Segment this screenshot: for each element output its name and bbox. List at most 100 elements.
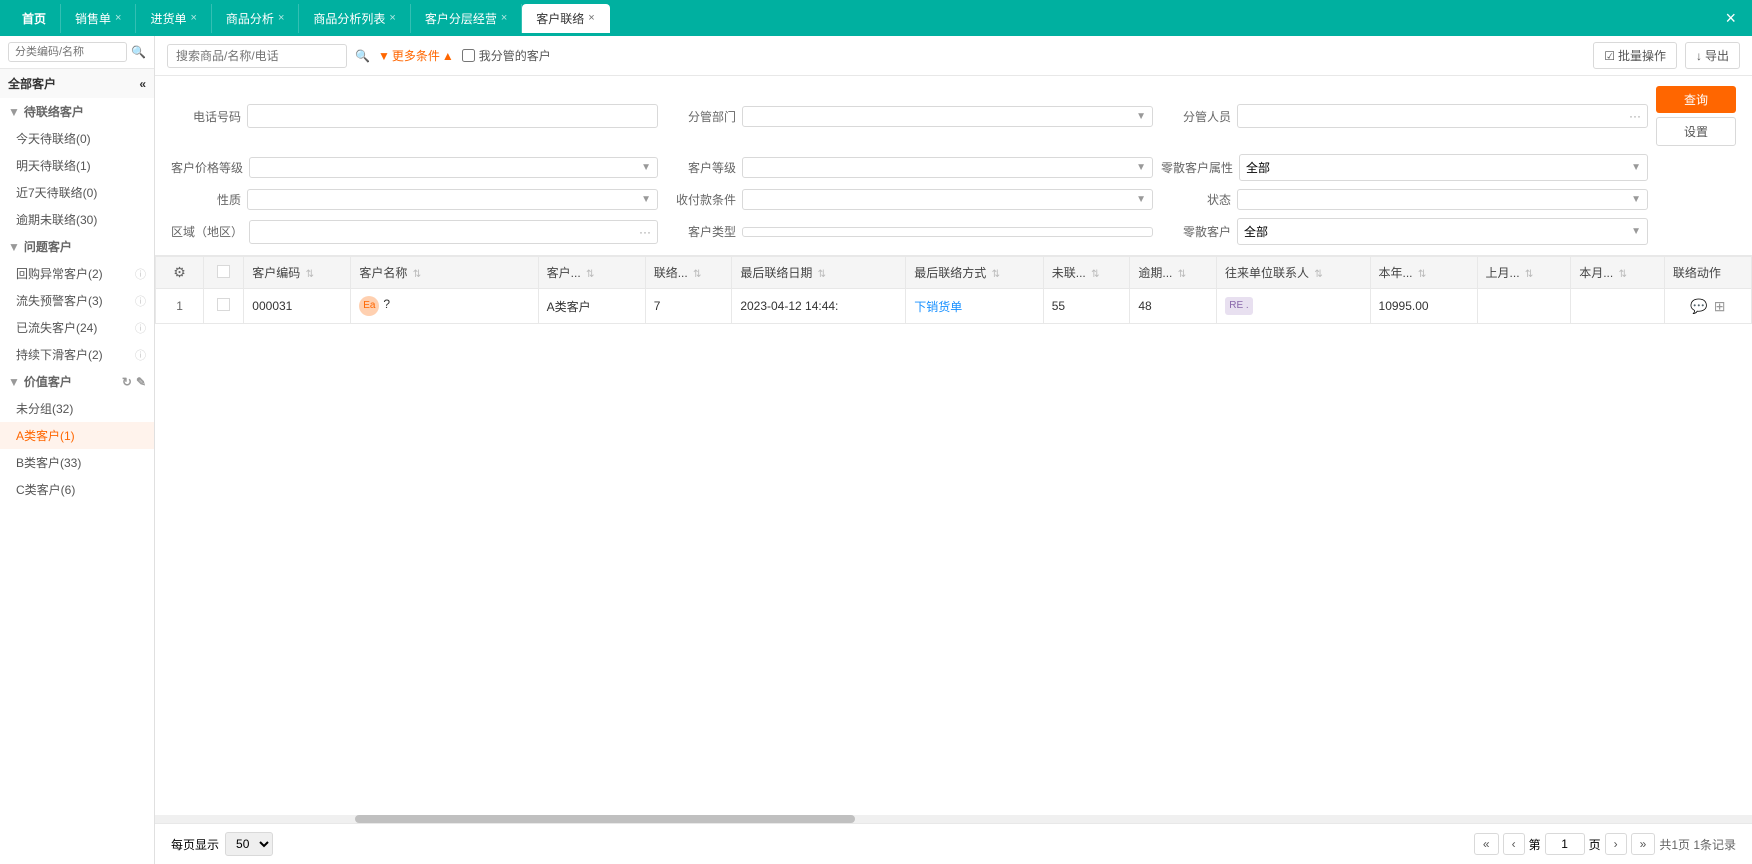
- export-button[interactable]: ↓ 导出: [1685, 42, 1740, 69]
- edit-icon[interactable]: ✎: [136, 375, 146, 389]
- customer-price-select[interactable]: ▼: [249, 157, 658, 178]
- horizontal-scrollbar[interactable]: [155, 815, 1752, 823]
- toolbar-search-icon[interactable]: 🔍: [355, 49, 370, 63]
- dept-select[interactable]: ▼: [742, 106, 1153, 127]
- col-last-date-header: 最后联络日期 ⇅: [732, 257, 906, 289]
- horizontal-scroll-thumb[interactable]: [355, 815, 855, 823]
- sidebar-search-icon[interactable]: 🔍: [131, 45, 146, 59]
- sort-contact-icon[interactable]: ⇅: [693, 269, 701, 280]
- nav-tab-product-list[interactable]: 商品分析列表 ×: [299, 4, 410, 33]
- page-number-input[interactable]: [1545, 833, 1585, 855]
- close-all-tabs-button[interactable]: ×: [1717, 8, 1744, 29]
- manager-select[interactable]: ···: [1237, 104, 1648, 128]
- sidebar-item-b-class[interactable]: B类客户(33): [0, 449, 154, 476]
- col-no-header: ⚙: [156, 257, 204, 289]
- collapse-icon[interactable]: «: [139, 77, 146, 91]
- close-customer-contact-icon[interactable]: ×: [588, 12, 594, 24]
- close-product-list-icon[interactable]: ×: [389, 12, 395, 24]
- sort-last-date-icon[interactable]: ⇅: [818, 269, 826, 280]
- nav-tab-customer-contact[interactable]: 客户联络 ×: [522, 4, 609, 33]
- area-select[interactable]: ···: [249, 220, 658, 244]
- sort-overdue-icon[interactable]: ⇅: [1178, 269, 1186, 280]
- sidebar-pending-contact-header[interactable]: ▼ 待联络客户: [0, 98, 154, 125]
- sidebar-item-today[interactable]: 今天待联络(0): [0, 125, 154, 152]
- sidebar-item-unclassified[interactable]: 未分组(32): [0, 395, 154, 422]
- row-action: 💬 ⊞: [1664, 289, 1751, 324]
- area-dots: ···: [639, 225, 651, 239]
- sidebar-search-input[interactable]: [8, 42, 127, 62]
- nav-tab-product-analysis[interactable]: 商品分析 ×: [212, 4, 299, 33]
- chat-action-icon[interactable]: 💬: [1690, 298, 1707, 315]
- qr-action-icon[interactable]: ⊞: [1714, 298, 1726, 315]
- sort-not-contact-icon[interactable]: ⇅: [1091, 269, 1099, 280]
- customer-level-select[interactable]: ▼: [742, 157, 1153, 178]
- sidebar-all-customers-header[interactable]: 全部客户 «: [0, 69, 154, 98]
- sidebar-item-declining[interactable]: 持续下滑客户(2) ⓘ: [0, 341, 154, 368]
- sort-name-icon[interactable]: ⇅: [413, 269, 421, 280]
- batch-operation-button[interactable]: ☑ 批量操作: [1593, 42, 1677, 69]
- sidebar-item-repurchase-abnormal[interactable]: 回购异常客户(2) ⓘ: [0, 260, 154, 287]
- filter-nature: 性质 ▼: [171, 189, 658, 210]
- toolbar-search-input[interactable]: [167, 44, 347, 68]
- last-method-link[interactable]: 下销货单: [914, 300, 962, 314]
- sort-this-month-icon[interactable]: ⇅: [1619, 269, 1627, 280]
- sidebar-item-tomorrow[interactable]: 明天待联络(1): [0, 152, 154, 179]
- sort-last-month-icon[interactable]: ⇅: [1525, 269, 1533, 280]
- last-page-button[interactable]: »: [1631, 833, 1656, 855]
- my-customer-filter[interactable]: 我分管的客户: [462, 47, 551, 64]
- page-size-select[interactable]: 50: [225, 832, 273, 856]
- my-customer-checkbox[interactable]: [462, 49, 475, 62]
- close-customer-layer-icon[interactable]: ×: [501, 12, 507, 24]
- sidebar-item-c-class[interactable]: C类客户(6): [0, 476, 154, 503]
- sidebar-search-area: 🔍: [0, 36, 154, 69]
- sidebar-value-customers-header[interactable]: ▼ 价值客户 ↻ ✎: [0, 368, 154, 395]
- sort-this-year-icon[interactable]: ⇅: [1418, 269, 1426, 280]
- first-page-button[interactable]: «: [1474, 833, 1499, 855]
- row-last-method[interactable]: 下销货单: [906, 289, 1043, 324]
- table-settings-icon[interactable]: ⚙: [173, 264, 186, 280]
- row-checkbox[interactable]: [217, 298, 230, 311]
- table-header-row: ⚙ 客户编码 ⇅ 客户名称 ⇅: [156, 257, 1752, 289]
- retail-customer-select[interactable]: 全部 ▼: [1237, 218, 1648, 245]
- retail-attr-label: 零散客户属性: [1161, 159, 1233, 176]
- row-checkbox-cell[interactable]: [204, 289, 244, 324]
- sort-type-icon[interactable]: ⇅: [586, 269, 594, 280]
- nav-tab-purchase[interactable]: 进货单 ×: [136, 4, 211, 33]
- nature-label: 性质: [171, 191, 241, 208]
- next-page-button[interactable]: ›: [1605, 833, 1627, 855]
- status-label: 状态: [1161, 191, 1231, 208]
- nav-tab-home[interactable]: 首页: [8, 4, 61, 33]
- prev-page-button[interactable]: ‹: [1503, 833, 1525, 855]
- more-filter-button[interactable]: ▼ 更多条件 ▲: [378, 47, 454, 64]
- close-purchase-icon[interactable]: ×: [190, 12, 196, 24]
- sidebar-item-churn-warning[interactable]: 流失预警客户(3) ⓘ: [0, 287, 154, 314]
- sidebar-item-a-class[interactable]: A类客户(1): [0, 422, 154, 449]
- customer-type-select[interactable]: [742, 227, 1153, 237]
- nav-tab-sales[interactable]: 销售单 ×: [61, 4, 136, 33]
- row-code: 000031: [244, 289, 351, 324]
- setting-button[interactable]: 设置: [1656, 117, 1736, 146]
- all-customers-label: 全部客户: [8, 75, 56, 92]
- info-icon-3: ⓘ: [135, 320, 146, 336]
- payment-select[interactable]: ▼: [742, 189, 1153, 210]
- sidebar-item-7days[interactable]: 近7天待联络(0): [0, 179, 154, 206]
- select-all-checkbox[interactable]: [217, 265, 230, 278]
- status-select[interactable]: ▼: [1237, 189, 1648, 210]
- sidebar-item-overdue[interactable]: 逾期未联络(30): [0, 206, 154, 233]
- nature-select[interactable]: ▼: [247, 189, 658, 210]
- sidebar-item-churned[interactable]: 已流失客户(24) ⓘ: [0, 314, 154, 341]
- refresh-icon[interactable]: ↻: [122, 375, 132, 389]
- col-check-header[interactable]: [204, 257, 244, 289]
- sort-code-icon[interactable]: ⇅: [306, 269, 314, 280]
- col-company-contact-header: 往来单位联系人 ⇅: [1216, 257, 1370, 289]
- close-sales-icon[interactable]: ×: [115, 12, 121, 24]
- sidebar-problem-customers-header[interactable]: ▼ 问题客户: [0, 233, 154, 260]
- nav-tab-customer-layer[interactable]: 客户分层经营 ×: [411, 4, 522, 33]
- sort-company-contact-icon[interactable]: ⇅: [1314, 269, 1322, 280]
- sort-last-method-icon[interactable]: ⇅: [992, 269, 1000, 280]
- retail-attr-select[interactable]: 全部 ▼: [1239, 154, 1648, 181]
- query-button[interactable]: 查询: [1656, 86, 1736, 113]
- row-name[interactable]: Ea?: [351, 289, 538, 324]
- phone-input[interactable]: [247, 104, 658, 128]
- close-product-analysis-icon[interactable]: ×: [278, 12, 284, 24]
